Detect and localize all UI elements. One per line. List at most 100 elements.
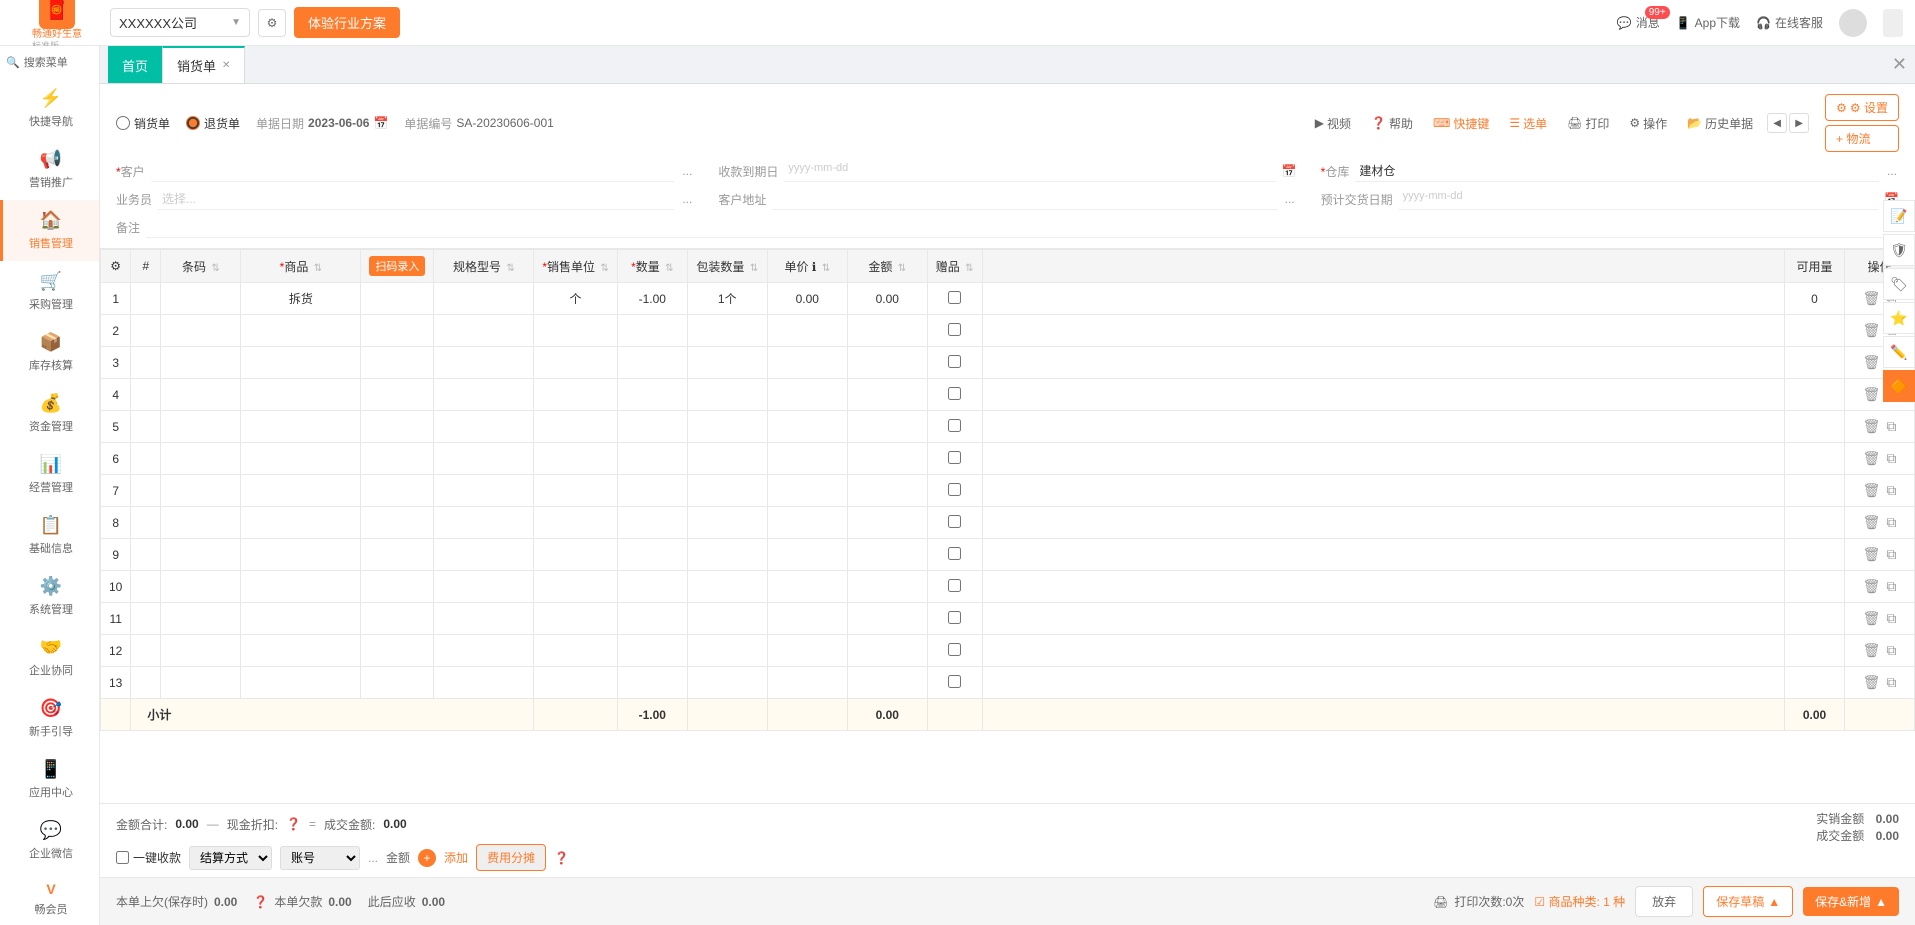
sales-order-radio[interactable]: 销货单 (116, 115, 170, 132)
sidebar-item-member[interactable]: V 畅会员 (0, 871, 99, 925)
history-btn[interactable]: 📂 历史单据 (1681, 112, 1759, 135)
operation-btn[interactable]: ⚙ 操作 (1623, 112, 1673, 135)
due-date-input[interactable]: yyyy-mm-dd (784, 160, 1275, 182)
expense-help-icon[interactable]: ❓ (554, 851, 569, 865)
delete-icon[interactable]: 🗑 (1863, 674, 1881, 691)
col-unit[interactable]: *销售单位 ⇅ (534, 250, 617, 283)
delete-icon[interactable]: 🗑 (1863, 514, 1881, 531)
notes-input[interactable] (146, 216, 1899, 238)
avatar[interactable] (1839, 9, 1867, 37)
sidebar-item-quick-nav[interactable]: ⚡ 快捷导航 (0, 78, 99, 139)
return-order-radio[interactable]: 退货单 (186, 115, 240, 132)
float-orange-btn[interactable]: 🔶 (1883, 370, 1915, 402)
online-service-button[interactable]: 🎧 在线客服 (1756, 14, 1823, 31)
delete-icon[interactable]: 🗑 (1863, 610, 1881, 627)
col-price[interactable]: 单价 ℹ ⇅ (767, 250, 847, 283)
payment-account-select[interactable]: 账号 (280, 846, 360, 870)
product-kind[interactable]: ☑ 商品种类: 1 种 (1534, 893, 1625, 910)
customer-input[interactable] (151, 160, 675, 182)
save-new-button[interactable]: 保存&新增 ▲ (1803, 887, 1899, 916)
sidebar-item-inventory[interactable]: 📦 库存核算 (0, 322, 99, 383)
cash-discount-help[interactable]: ❓ (286, 817, 301, 831)
payment-dots[interactable]: ... (368, 851, 378, 865)
sidebar-item-basics[interactable]: 📋 基础信息 (0, 505, 99, 566)
delete-icon[interactable]: 🗑 (1863, 386, 1881, 403)
tab-sales-order[interactable]: 销货单 ✕ (163, 46, 245, 83)
customer-addr-input[interactable] (772, 188, 1276, 210)
float-note-btn[interactable]: 📝 (1883, 200, 1915, 232)
sidebar-item-apps[interactable]: 📱 应用中心 (0, 749, 99, 810)
gift-checkbox[interactable] (948, 387, 961, 400)
delete-icon[interactable]: 🗑 (1863, 642, 1881, 659)
logistics-btn[interactable]: + 物流 (1825, 125, 1899, 152)
copy-icon[interactable]: ⧉ (1886, 482, 1896, 499)
sidebar-item-wechat[interactable]: 💬 企业微信 (0, 810, 99, 871)
help-btn[interactable]: ❓ 帮助 (1365, 112, 1419, 135)
print-btn[interactable]: 🖨 打印 (1561, 112, 1615, 135)
gift-checkbox[interactable] (948, 323, 961, 336)
sidebar-item-guide[interactable]: 🎯 新手引导 (0, 688, 99, 749)
gift-checkbox[interactable] (948, 515, 961, 528)
select-order-btn[interactable]: ☰ 选单 (1503, 112, 1553, 135)
sidebar-item-system[interactable]: ⚙️ 系统管理 (0, 566, 99, 627)
gift-checkbox[interactable] (948, 579, 961, 592)
gift-checkbox[interactable] (948, 675, 961, 688)
app-download-button[interactable]: 📱 App下载 (1676, 14, 1740, 31)
gift-checkbox[interactable] (948, 547, 961, 560)
salesperson-dots[interactable]: ... (680, 192, 694, 206)
gift-checkbox[interactable] (948, 451, 961, 464)
copy-icon[interactable]: ⧉ (1886, 578, 1896, 595)
col-product[interactable]: *商品 ⇅ (241, 250, 361, 283)
one-click-payment-checkbox[interactable]: 一键收款 (116, 849, 181, 866)
form-settings-btn[interactable]: ⚙ ⚙ 设置 (1825, 94, 1899, 121)
tab-close-icon[interactable]: ✕ (222, 60, 230, 71)
col-qty[interactable]: *数量 ⇅ (617, 250, 687, 283)
customer-dots[interactable]: ... (680, 164, 694, 178)
delete-icon[interactable]: 🗑 (1863, 482, 1881, 499)
delete-icon[interactable]: 🗑 (1863, 546, 1881, 563)
copy-icon[interactable]: ⧉ (1886, 546, 1896, 563)
shortcut-btn[interactable]: ⌨ 快捷键 (1427, 112, 1495, 135)
sidebar-item-enterprise[interactable]: 🤝 企业协同 (0, 627, 99, 688)
payment-add-button[interactable]: + (418, 849, 436, 867)
gift-checkbox[interactable] (948, 419, 961, 432)
experience-button[interactable]: 体验行业方案 (294, 7, 400, 38)
video-btn[interactable]: ▶ 视频 (1309, 112, 1357, 135)
message-button[interactable]: 💬 消息 99+ (1617, 14, 1660, 31)
salesperson-input[interactable]: 选择... (158, 188, 674, 210)
expected-date-input[interactable]: yyyy-mm-dd (1399, 188, 1878, 210)
sidebar-item-operations[interactable]: 📊 经营管理 (0, 444, 99, 505)
col-amount[interactable]: 金额 ⇅ (847, 250, 927, 283)
close-button[interactable]: ✕ (1892, 54, 1907, 75)
gift-checkbox[interactable] (948, 643, 961, 656)
sidebar-item-purchase[interactable]: 🛒 采购管理 (0, 261, 99, 322)
copy-icon[interactable]: ⧉ (1886, 514, 1896, 531)
company-selector[interactable]: XXXXXX公司 ▼ (110, 8, 250, 37)
sidebar-item-finance[interactable]: 💰 资金管理 (0, 383, 99, 444)
gift-checkbox[interactable] (948, 355, 961, 368)
calendar-icon[interactable]: 📅 (373, 116, 388, 130)
settings-icon[interactable]: ⚙ (258, 9, 286, 37)
delete-icon[interactable]: 🗑 (1863, 450, 1881, 467)
float-shield-btn[interactable]: 🛡 (1883, 234, 1915, 266)
search-menu-button[interactable]: 🔍 搜索菜单 (0, 46, 99, 78)
sidebar-item-marketing[interactable]: 📢 营销推广 (0, 139, 99, 200)
sidebar-item-sales[interactable]: 🏠 销售管理 (0, 200, 99, 261)
scan-barcode-btn[interactable]: 扫码录入 (369, 256, 425, 276)
delete-icon[interactable]: 🗑 (1863, 418, 1881, 435)
addr-dots[interactable]: ... (1283, 192, 1297, 206)
col-settings[interactable]: ⚙ (101, 250, 131, 283)
tab-home[interactable]: 首页 (108, 46, 163, 83)
save-draft-button[interactable]: 保存草稿 ▲ (1703, 886, 1793, 917)
copy-icon[interactable]: ⧉ (1886, 642, 1896, 659)
payment-method-select[interactable]: 结算方式 (189, 846, 272, 870)
col-spec[interactable]: 规格型号 ⇅ (434, 250, 534, 283)
float-star-btn[interactable]: ⭐ (1883, 302, 1915, 334)
float-edit-btn[interactable]: ✏️ (1883, 336, 1915, 368)
copy-icon[interactable]: ⧉ (1886, 450, 1896, 467)
col-pack[interactable]: 包装数量 ⇅ (687, 250, 767, 283)
discard-button[interactable]: 放弃 (1635, 886, 1693, 917)
copy-icon[interactable]: ⧉ (1886, 674, 1896, 691)
prev-arrow[interactable]: ◀ (1767, 113, 1787, 133)
due-date-calendar-icon[interactable]: 📅 (1282, 164, 1297, 178)
